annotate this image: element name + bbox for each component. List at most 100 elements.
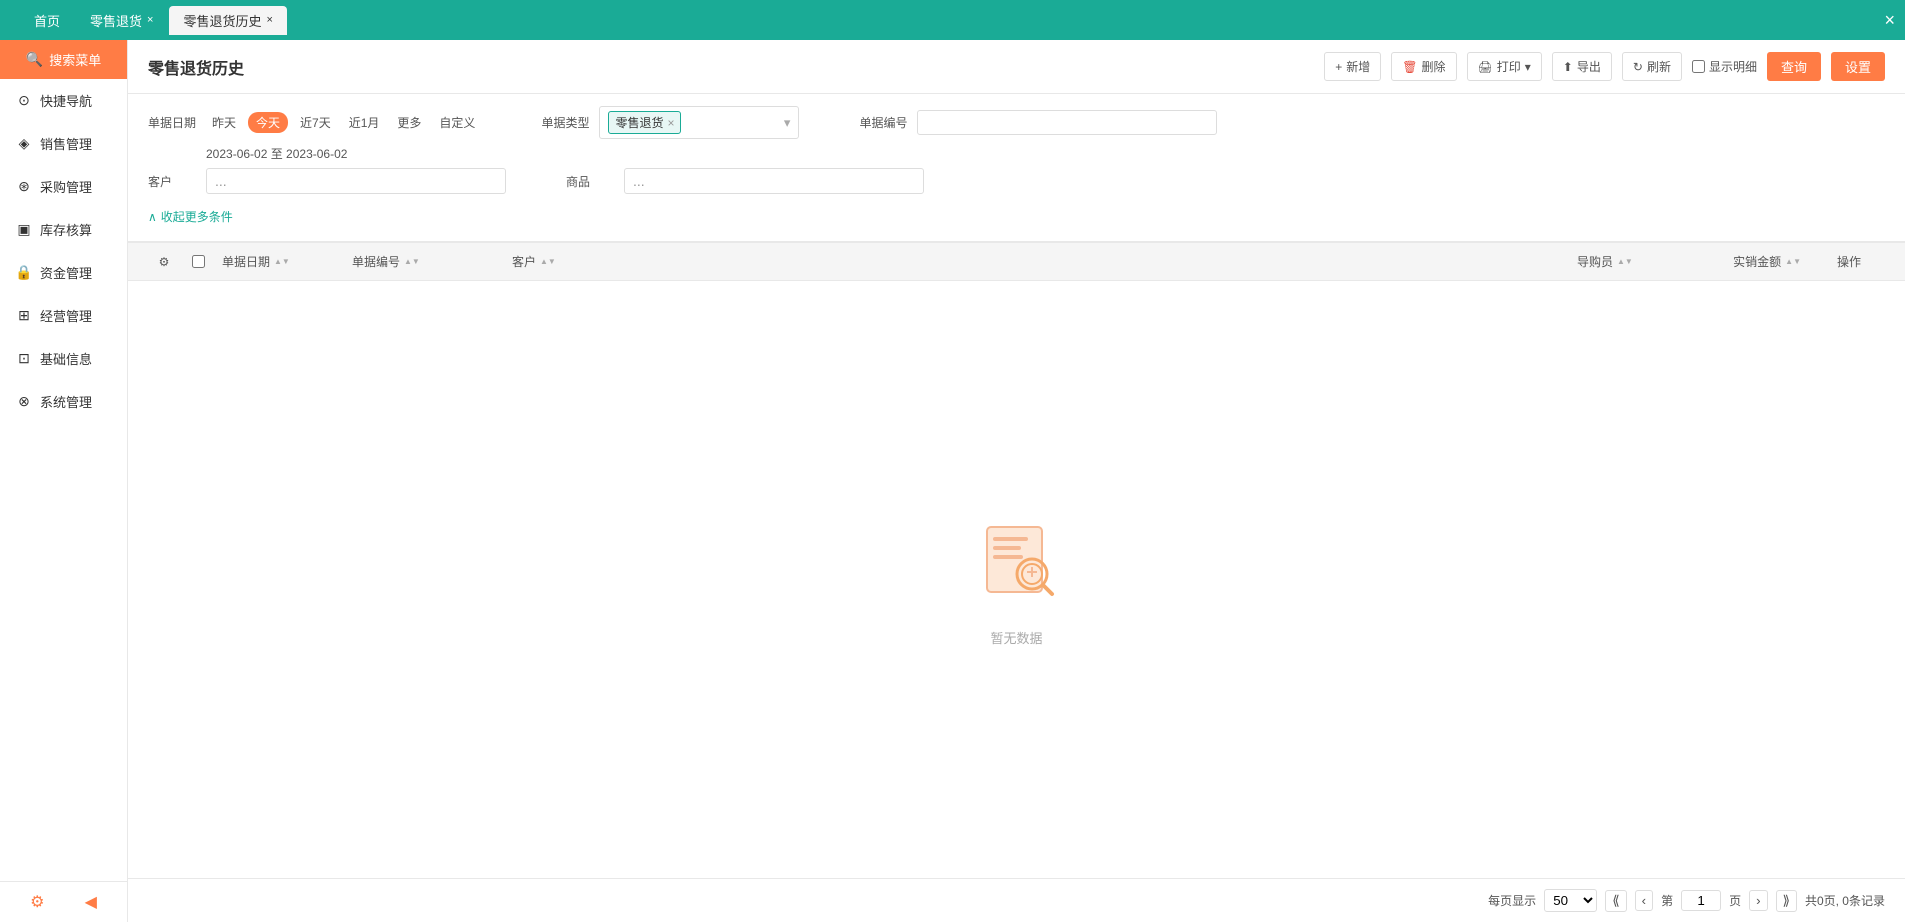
date-btn-7days[interactable]: 近7天 xyxy=(294,112,337,133)
settings-icon[interactable]: ⚙ xyxy=(30,892,44,912)
sidebar-item-system-mgmt-label: 系统管理 xyxy=(40,392,92,411)
th-date[interactable]: 单据日期 ▲▼ xyxy=(214,243,344,280)
show-details-checkbox-label[interactable]: 显示明细 xyxy=(1692,58,1757,75)
finance-icon: 🔒 xyxy=(16,265,32,281)
date-filter-item: 单据日期 昨天 今天 近7天 近1月 更多 自定义 xyxy=(148,112,481,133)
date-range-display: 2023-06-02 至 2023-06-02 xyxy=(206,145,347,162)
quick-nav-icon: ⊙ xyxy=(16,93,32,109)
tab-retail-return-history[interactable]: 零售退货历史 × xyxy=(169,6,286,35)
page-title: 零售退货历史 xyxy=(148,55,244,79)
page-number-input[interactable] xyxy=(1681,890,1721,911)
collapse-row: ∧ 收起更多条件 xyxy=(148,204,1885,229)
query-button[interactable]: 查询 xyxy=(1767,52,1821,81)
tab-home[interactable]: 首页 xyxy=(20,6,74,35)
sidebar-item-operations[interactable]: ⊞ 经营管理 xyxy=(0,294,127,337)
doc-type-filter-item: 单据类型 零售退货 × ▾ xyxy=(541,106,799,139)
sidebar-item-sales-mgmt[interactable]: ◈ 销售管理 xyxy=(0,122,127,165)
sidebar-item-purchase-mgmt[interactable]: ⊛ 采购管理 xyxy=(0,165,127,208)
first-page-button[interactable]: ⟪ xyxy=(1605,890,1626,912)
doc-type-dropdown-icon: ▾ xyxy=(784,115,791,131)
system-mgmt-icon: ⊗ xyxy=(16,394,32,410)
doc-type-tag-remove[interactable]: × xyxy=(667,116,674,130)
filter-row-2: 客户 ... 商品 ... xyxy=(148,168,1885,194)
sidebar-item-quick-nav[interactable]: ⊙ 快捷导航 xyxy=(0,79,127,122)
content-area: 零售退货历史 + 新增 🗑 删除 🖨 打印 ▾ ⬆ 导出 xyxy=(128,40,1905,922)
window-close-button[interactable]: × xyxy=(1884,10,1895,31)
th-customer-sort: ▲▼ xyxy=(540,258,556,266)
date-btn-1month[interactable]: 近1月 xyxy=(343,112,386,133)
delete-label: 删除 xyxy=(1422,58,1446,75)
refresh-icon: ↻ xyxy=(1633,60,1643,74)
filter-row-1: 单据日期 昨天 今天 近7天 近1月 更多 自定义 单据类型 xyxy=(148,106,1885,139)
doc-type-select[interactable]: 零售退货 × ▾ xyxy=(599,106,799,139)
tab-retail-return-close[interactable]: × xyxy=(147,14,153,26)
next-page-button[interactable]: › xyxy=(1749,890,1767,911)
settings-button[interactable]: 设置 xyxy=(1831,52,1885,81)
tab-retail-return-history-label: 零售退货历史 xyxy=(183,11,261,30)
tab-retail-return[interactable]: 零售退货 × xyxy=(76,6,167,35)
prev-page-button[interactable]: ‹ xyxy=(1635,890,1653,911)
refresh-label: 刷新 xyxy=(1647,58,1671,75)
goods-placeholder: ... xyxy=(633,173,645,189)
top-bar: 首页 零售退货 × 零售退货历史 × × xyxy=(0,0,1905,40)
show-details-checkbox[interactable] xyxy=(1692,60,1705,73)
delete-button[interactable]: 🗑 删除 xyxy=(1391,52,1456,81)
th-checkbox[interactable] xyxy=(184,245,214,278)
date-btn-today[interactable]: 今天 xyxy=(248,112,288,133)
print-label: 打印 xyxy=(1497,58,1521,75)
empty-state: 暂无数据 xyxy=(128,281,1905,878)
print-button[interactable]: 🖨 打印 ▾ xyxy=(1467,52,1542,81)
search-icon: 🔍 xyxy=(26,51,43,68)
doc-num-filter-item: 单据编号 xyxy=(859,110,1217,135)
doc-num-input[interactable] xyxy=(917,110,1217,135)
purchase-mgmt-icon: ⊛ xyxy=(16,179,32,195)
operations-icon: ⊞ xyxy=(16,308,32,324)
tab-retail-return-history-close[interactable]: × xyxy=(266,14,272,26)
export-button[interactable]: ⬆ 导出 xyxy=(1552,52,1612,81)
collapse-icon: ∧ xyxy=(148,210,157,224)
last-page-button[interactable]: ⟫ xyxy=(1776,890,1797,912)
new-button[interactable]: + 新增 xyxy=(1324,52,1381,81)
date-btn-custom[interactable]: 自定义 xyxy=(433,112,481,133)
sidebar-search[interactable]: 🔍 搜索菜单 xyxy=(0,40,127,79)
refresh-button[interactable]: ↻ 刷新 xyxy=(1622,52,1682,81)
main-layout: 🔍 搜索菜单 ⊙ 快捷导航 ◈ 销售管理 ⊛ 采购管理 ▣ 库存核算 🔒 资金 xyxy=(0,40,1905,922)
th-guide-label: 导购员 xyxy=(1577,253,1613,270)
sidebar-bottom: ⚙ ◀ xyxy=(0,881,127,922)
page-size-select[interactable]: 50 100 200 xyxy=(1544,889,1597,912)
collapse-sidebar-icon[interactable]: ◀ xyxy=(85,892,97,912)
collapse-button[interactable]: ∧ 收起更多条件 xyxy=(148,208,1885,225)
th-amount[interactable]: 实销金额 ▲▼ xyxy=(1689,243,1809,280)
tab-retail-return-label: 零售退货 xyxy=(90,11,142,30)
empty-icon xyxy=(967,512,1067,612)
print-dropdown-icon: ▾ xyxy=(1525,60,1531,74)
sidebar-item-finance[interactable]: 🔒 资金管理 xyxy=(0,251,127,294)
th-date-sort: ▲▼ xyxy=(274,258,290,266)
table-area: ⚙ 单据日期 ▲▼ 单据编号 ▲▼ 客户 ▲▼ 导购员 xyxy=(128,242,1905,878)
sidebar-item-basic-info[interactable]: ⊡ 基础信息 xyxy=(0,337,127,380)
th-num-sort: ▲▼ xyxy=(404,258,420,266)
sidebar-search-label: 搜索菜单 xyxy=(49,50,101,69)
doc-type-tag: 零售退货 × xyxy=(608,111,681,134)
sidebar-item-system-mgmt[interactable]: ⊗ 系统管理 xyxy=(0,380,127,423)
th-guide[interactable]: 导购员 ▲▼ xyxy=(1569,243,1689,280)
goods-select[interactable]: ... xyxy=(624,168,924,194)
filter-area: 单据日期 昨天 今天 近7天 近1月 更多 自定义 单据类型 xyxy=(128,94,1905,242)
date-filter-buttons: 昨天 今天 近7天 近1月 更多 自定义 xyxy=(206,112,481,133)
th-customer[interactable]: 客户 ▲▼ xyxy=(504,243,1569,280)
customer-select[interactable]: ... xyxy=(206,168,506,194)
sales-mgmt-icon: ◈ xyxy=(16,136,32,152)
collapse-label: 收起更多条件 xyxy=(161,208,233,225)
select-all-checkbox[interactable] xyxy=(192,255,205,268)
sidebar-item-inventory[interactable]: ▣ 库存核算 xyxy=(0,208,127,251)
delete-icon: 🗑 xyxy=(1402,60,1417,74)
date-btn-yesterday[interactable]: 昨天 xyxy=(206,112,242,133)
th-settings[interactable]: ⚙ xyxy=(144,245,184,279)
th-num[interactable]: 单据编号 ▲▼ xyxy=(344,243,504,280)
th-num-label: 单据编号 xyxy=(352,253,400,270)
date-range-row: 2023-06-02 至 2023-06-02 xyxy=(148,145,1885,162)
sidebar-item-inventory-label: 库存核算 xyxy=(40,220,92,239)
date-filter-label: 单据日期 xyxy=(148,114,198,131)
table-settings-icon[interactable]: ⚙ xyxy=(159,255,170,269)
date-btn-more[interactable]: 更多 xyxy=(391,112,427,133)
